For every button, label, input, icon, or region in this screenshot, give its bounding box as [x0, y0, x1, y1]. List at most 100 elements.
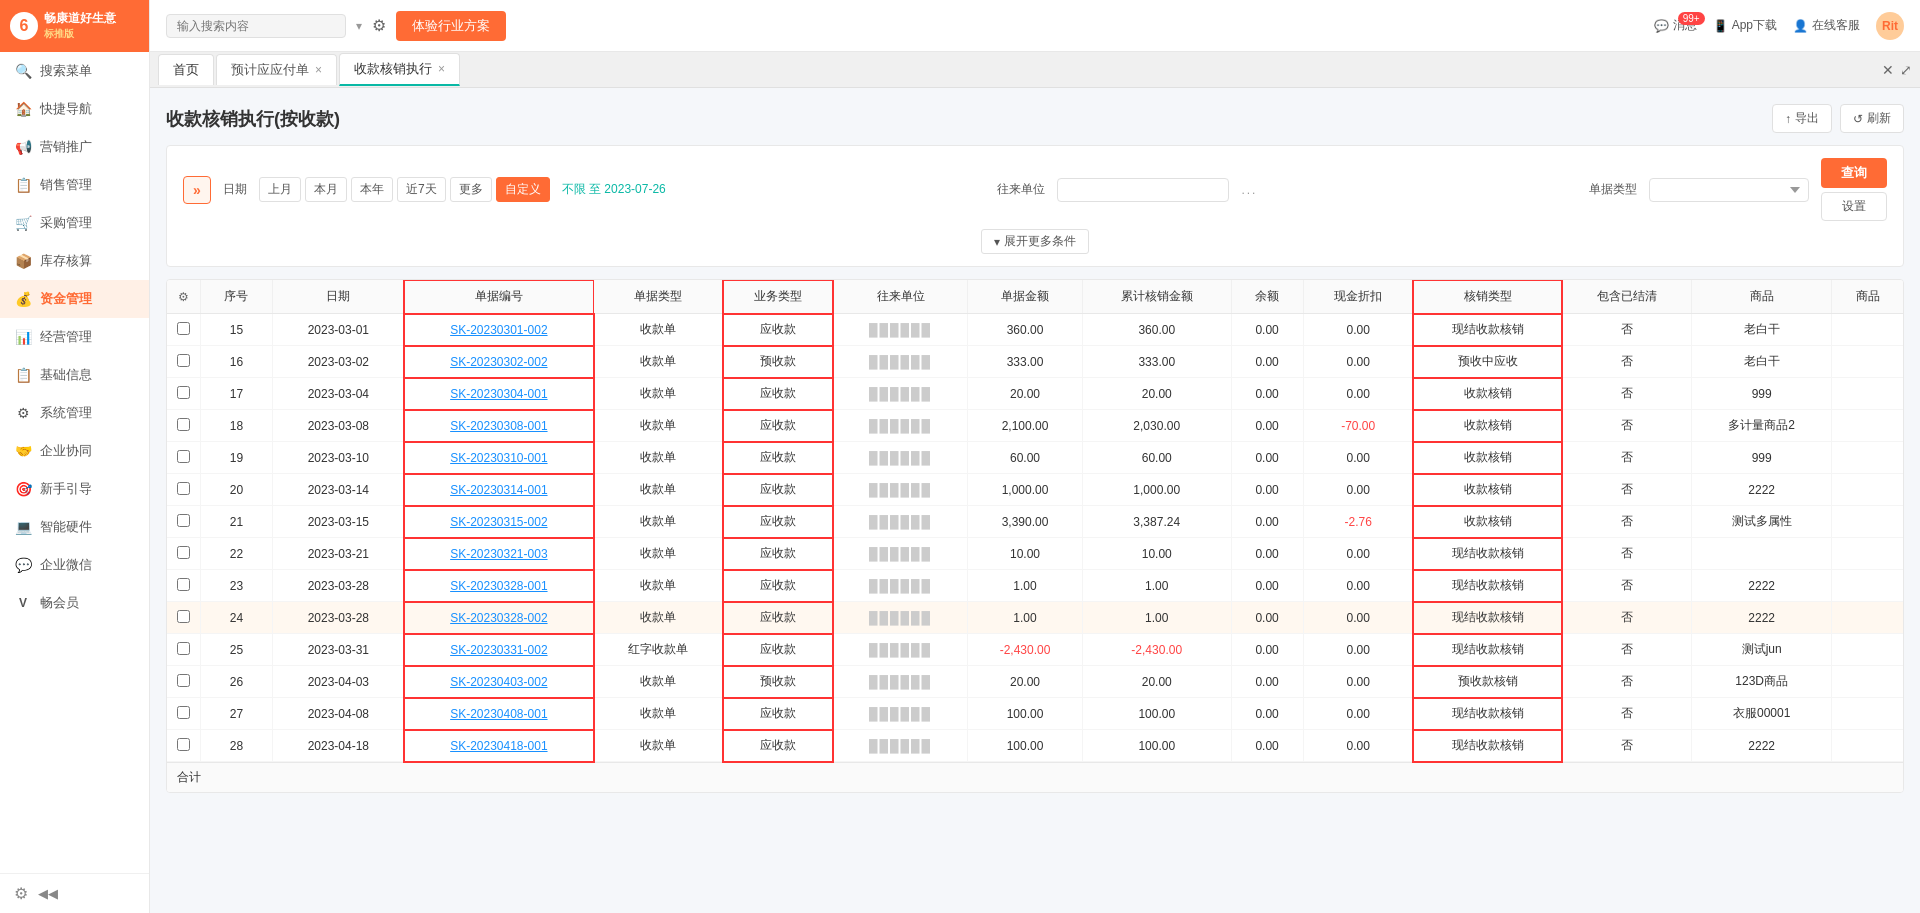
sidebar-item-wechat[interactable]: 💬 企业微信	[0, 546, 149, 584]
collection-tab-close[interactable]: ×	[438, 62, 445, 76]
gear-icon[interactable]: ⚙	[372, 16, 386, 35]
sidebar-item-marketing[interactable]: 📢 营销推广	[0, 128, 149, 166]
cell-settings[interactable]	[167, 474, 201, 506]
cell-voucher-no[interactable]: SK-20230403-002	[404, 666, 593, 698]
voucher-link[interactable]: SK-20230310-001	[450, 451, 547, 465]
partner-dots[interactable]: ...	[1241, 183, 1257, 197]
notification-button[interactable]: 💬 消息 99+	[1654, 17, 1697, 34]
voucher-link[interactable]: SK-20230403-002	[450, 675, 547, 689]
sidebar-collapse-icon[interactable]: ◀◀	[38, 886, 58, 901]
sidebar-item-guide[interactable]: 🎯 新手引导	[0, 470, 149, 508]
cell-settings[interactable]	[167, 442, 201, 474]
sidebar-item-system[interactable]: ⚙ 系统管理	[0, 394, 149, 432]
cell-settings[interactable]	[167, 730, 201, 762]
sidebar-settings-icon[interactable]: ⚙	[14, 884, 28, 903]
th-cash-discount: 现金折扣	[1303, 280, 1413, 314]
trial-button[interactable]: 体验行业方案	[396, 11, 506, 41]
cell-settings[interactable]	[167, 698, 201, 730]
cell-voucher-no[interactable]: SK-20230302-002	[404, 346, 593, 378]
cell-voucher-no[interactable]: SK-20230321-003	[404, 538, 593, 570]
cell-settings[interactable]	[167, 634, 201, 666]
online-service-button[interactable]: 👤 在线客服	[1793, 17, 1860, 34]
refresh-button[interactable]: ↺ 刷新	[1840, 104, 1904, 133]
sidebar-item-quick-nav[interactable]: 🏠 快捷导航	[0, 90, 149, 128]
voucher-link[interactable]: SK-20230308-001	[450, 419, 547, 433]
sidebar-item-search[interactable]: 🔍 搜索菜单	[0, 52, 149, 90]
pending-tab-close[interactable]: ×	[315, 63, 322, 77]
cell-incl-cleared: 否	[1562, 346, 1692, 378]
partner-input[interactable]	[1057, 178, 1229, 202]
voucher-link[interactable]: SK-20230314-001	[450, 483, 547, 497]
cell-voucher-no[interactable]: SK-20230418-001	[404, 730, 593, 762]
cell-settings[interactable]	[167, 570, 201, 602]
cell-voucher-type: 收款单	[594, 570, 724, 602]
expand-button[interactable]: ▾ 展开更多条件	[981, 229, 1089, 254]
breadcrumb-input[interactable]	[166, 14, 346, 38]
th-settings[interactable]: ⚙	[167, 280, 201, 314]
cell-settings[interactable]	[167, 506, 201, 538]
cell-settings[interactable]	[167, 538, 201, 570]
cell-voucher-no[interactable]: SK-20230314-001	[404, 474, 593, 506]
sidebar-item-enterprise[interactable]: 🤝 企业协同	[0, 432, 149, 470]
user-avatar[interactable]: Rit	[1876, 12, 1904, 40]
cell-voucher-no[interactable]: SK-20230328-002	[404, 602, 593, 634]
custom-date-btn[interactable]: 自定义	[496, 177, 550, 202]
voucher-link[interactable]: SK-20230331-002	[450, 643, 547, 657]
cell-settings[interactable]	[167, 602, 201, 634]
voucher-type-select[interactable]	[1649, 178, 1809, 202]
cell-settings[interactable]	[167, 410, 201, 442]
cell-voucher-no[interactable]: SK-20230308-001	[404, 410, 593, 442]
sidebar-item-member[interactable]: V 畅会员	[0, 584, 149, 622]
cell-settings[interactable]	[167, 666, 201, 698]
sidebar-item-basic[interactable]: 📋 基础信息	[0, 356, 149, 394]
sidebar-item-capital[interactable]: 💰 资金管理	[0, 280, 149, 318]
voucher-link[interactable]: SK-20230301-002	[450, 323, 547, 337]
voucher-link[interactable]: SK-20230328-002	[450, 611, 547, 625]
voucher-link[interactable]: SK-20230304-001	[450, 387, 547, 401]
cell-incl-cleared: 否	[1562, 570, 1692, 602]
cell-partner: ██████	[833, 314, 967, 346]
cell-index: 16	[201, 346, 273, 378]
this-month-btn[interactable]: 本月	[305, 177, 347, 202]
voucher-link[interactable]: SK-20230408-001	[450, 707, 547, 721]
voucher-link[interactable]: SK-20230315-002	[450, 515, 547, 529]
tab-home[interactable]: 首页	[158, 54, 214, 85]
voucher-link[interactable]: SK-20230418-001	[450, 739, 547, 753]
chevron-down-icon[interactable]: ▾	[356, 19, 362, 33]
export-button[interactable]: ↑ 导出	[1772, 104, 1832, 133]
cell-voucher-no[interactable]: SK-20230304-001	[404, 378, 593, 410]
cell-settings[interactable]	[167, 378, 201, 410]
cell-voucher-no[interactable]: SK-20230310-001	[404, 442, 593, 474]
sidebar-item-inventory[interactable]: 📦 库存核算	[0, 242, 149, 280]
app-download-button[interactable]: 📱 App下载	[1713, 17, 1777, 34]
cell-voucher-no[interactable]: SK-20230301-002	[404, 314, 593, 346]
table-row: 17 2023-03-04 SK-20230304-001 收款单 应收款 ██…	[167, 378, 1903, 410]
settings-filter-button[interactable]: 设置	[1821, 192, 1887, 221]
cell-product: 测试jun	[1692, 634, 1832, 666]
close-window-icon[interactable]: ✕	[1882, 62, 1894, 78]
cell-voucher-no[interactable]: SK-20230408-001	[404, 698, 593, 730]
query-button[interactable]: 查询	[1821, 158, 1887, 188]
cell-offset-type: 现结收款核销	[1413, 634, 1562, 666]
cell-settings[interactable]	[167, 314, 201, 346]
this-year-btn[interactable]: 本年	[351, 177, 393, 202]
cell-settings[interactable]	[167, 346, 201, 378]
sidebar-item-hardware[interactable]: 💻 智能硬件	[0, 508, 149, 546]
voucher-link[interactable]: SK-20230321-003	[450, 547, 547, 561]
sidebar-item-sales[interactable]: 📋 销售管理	[0, 166, 149, 204]
more-date-btn[interactable]: 更多	[450, 177, 492, 202]
last7days-btn[interactable]: 近7天	[397, 177, 446, 202]
filter-toggle-button[interactable]: »	[183, 176, 211, 204]
voucher-link[interactable]: SK-20230302-002	[450, 355, 547, 369]
cell-voucher-no[interactable]: SK-20230328-001	[404, 570, 593, 602]
voucher-link[interactable]: SK-20230328-001	[450, 579, 547, 593]
tab-pending[interactable]: 预计应应付单 ×	[216, 54, 337, 85]
last-month-btn[interactable]: 上月	[259, 177, 301, 202]
cell-voucher-no[interactable]: SK-20230331-002	[404, 634, 593, 666]
sidebar-item-purchase[interactable]: 🛒 采购管理	[0, 204, 149, 242]
cell-balance: 0.00	[1231, 698, 1303, 730]
maximize-window-icon[interactable]: ⤢	[1900, 62, 1912, 78]
tab-collection[interactable]: 收款核销执行 ×	[339, 53, 460, 86]
cell-voucher-no[interactable]: SK-20230315-002	[404, 506, 593, 538]
sidebar-item-operations[interactable]: 📊 经营管理	[0, 318, 149, 356]
